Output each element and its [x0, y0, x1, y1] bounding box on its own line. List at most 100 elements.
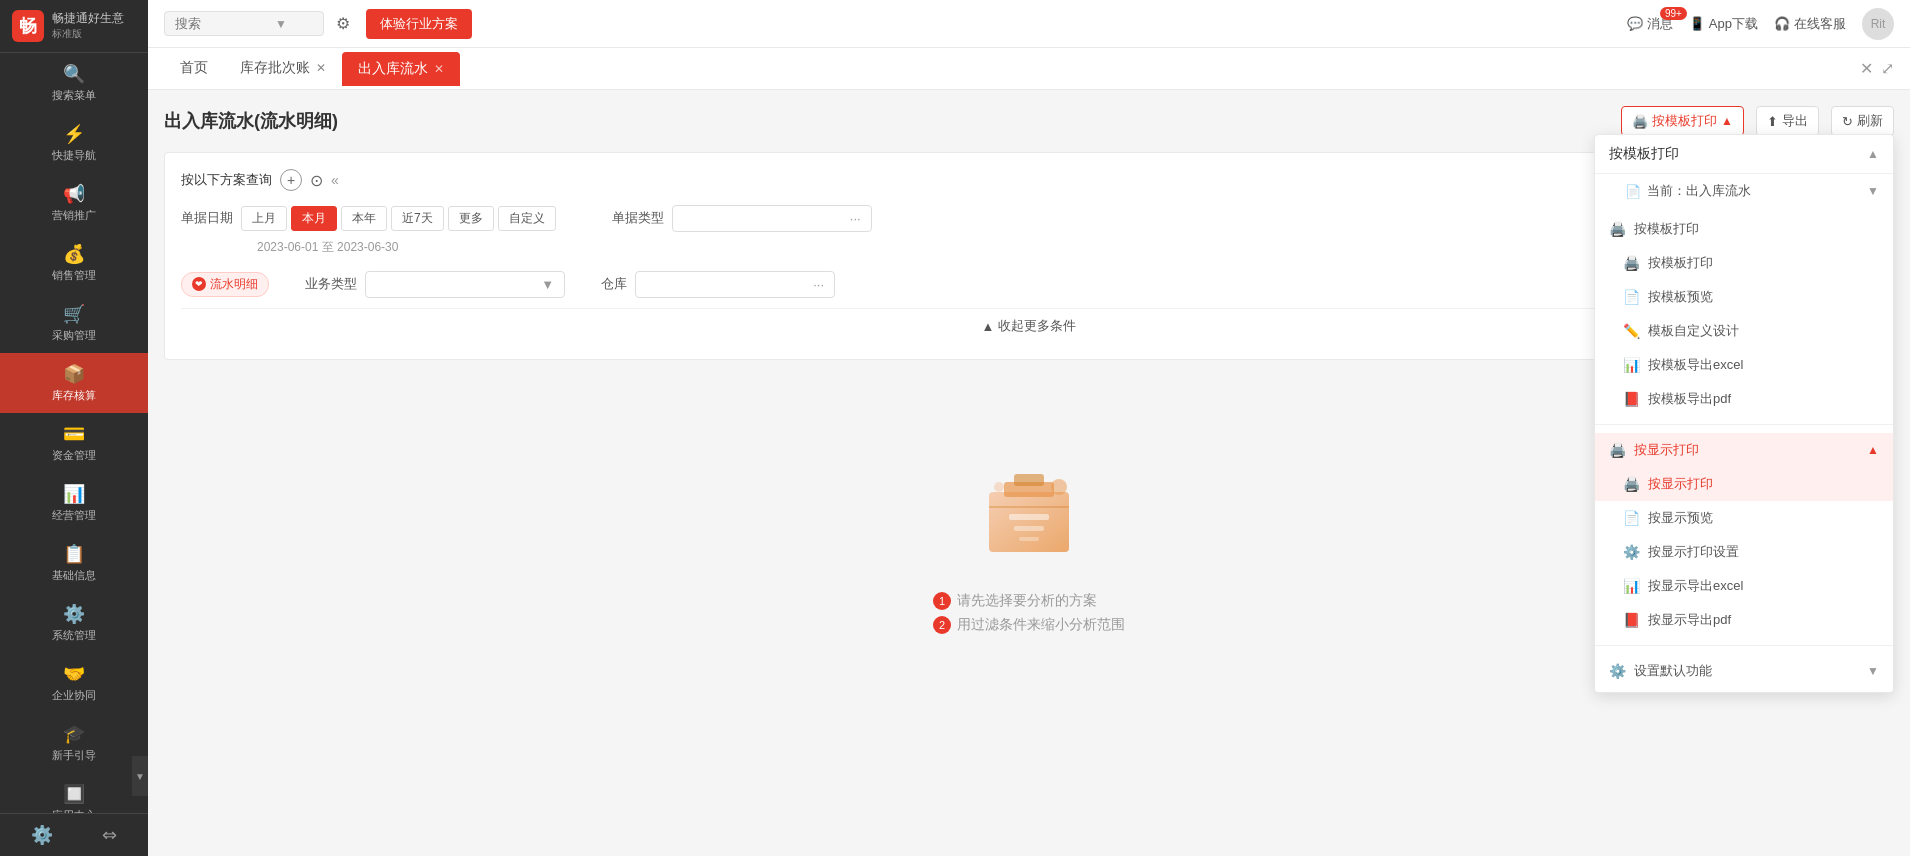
page-title: 出入库流水(流水明细): [164, 109, 338, 133]
message-badge: 99+: [1660, 7, 1687, 20]
search-add-btn[interactable]: +: [280, 169, 302, 191]
display-section-label: 按显示打印: [1634, 441, 1699, 459]
defaults-section-header[interactable]: ⚙️ 设置默认功能 ▼: [1595, 654, 1893, 688]
biz-type-selector[interactable]: ▼: [365, 271, 565, 298]
display-export-excel-item[interactable]: 📊 按显示导出excel: [1595, 569, 1893, 603]
display-section-chevron-icon: ▲: [1867, 443, 1879, 457]
display-excel-icon: 📊: [1623, 578, 1640, 594]
search-collapse-icon[interactable]: «: [331, 172, 339, 188]
date-filters: 上月 本月 本年 近7天 更多 自定义: [241, 206, 556, 231]
sidebar-item-inventory[interactable]: 📦 库存核算: [0, 353, 148, 413]
doc-type-field: 单据类型 ···: [612, 205, 872, 232]
sidebar-item-purchase[interactable]: 🛒 采购管理: [0, 293, 148, 353]
display-print-settings-item[interactable]: ⚙️ 按显示打印设置: [1595, 535, 1893, 569]
filter-tag-label: 流水明细: [210, 276, 258, 293]
trial-btn[interactable]: 体验行业方案: [366, 9, 472, 39]
date-btn-this-month[interactable]: 本月: [291, 206, 337, 231]
export-btn[interactable]: ⬆ 导出: [1756, 106, 1819, 136]
dropdown-current-chevron-icon: ▼: [1867, 184, 1879, 198]
user-avatar[interactable]: Rit: [1862, 8, 1894, 40]
template-preview-item[interactable]: 📄 按模板预览: [1595, 280, 1893, 314]
tab-flow[interactable]: 出入库流水 ✕: [342, 52, 460, 86]
biz-type-field: 业务类型 ▼: [305, 271, 565, 298]
display-section-header[interactable]: 🖨️ 按显示打印 ▲: [1595, 433, 1893, 467]
display-print-item[interactable]: 🖨️ 按显示打印: [1595, 467, 1893, 501]
warehouse-selector[interactable]: ···: [635, 271, 835, 298]
template-print-item[interactable]: 🖨️ 按模板打印: [1595, 246, 1893, 280]
filter-tag[interactable]: ❤ 流水明细: [181, 272, 269, 297]
refresh-icon: ↻: [1842, 114, 1853, 129]
tab-home[interactable]: 首页: [164, 51, 224, 87]
date-btn-this-year[interactable]: 本年: [341, 206, 387, 231]
tab-flow-close-icon[interactable]: ✕: [434, 62, 444, 76]
sidebar-item-finance[interactable]: 💳 资金管理: [0, 413, 148, 473]
collapse-icon: ▲: [982, 319, 995, 334]
topbar-left: ▼ ⚙ 体验行业方案: [164, 9, 1627, 39]
display-export-pdf-item[interactable]: 📕 按显示导出pdf: [1595, 603, 1893, 637]
search-chevron-icon[interactable]: ▼: [275, 17, 287, 31]
refresh-btn[interactable]: ↻ 刷新: [1831, 106, 1894, 136]
step-2-num: 2: [933, 616, 951, 634]
sidebar-item-sales[interactable]: 💰 销售管理: [0, 233, 148, 293]
search-filter-icon[interactable]: ⊙: [310, 171, 323, 190]
settings-bottom-icon[interactable]: ⚙️: [31, 824, 53, 846]
date-btn-last-month[interactable]: 上月: [241, 206, 287, 231]
template-section-label: 按模板打印: [1634, 220, 1699, 238]
tab-batch[interactable]: 库存批次账 ✕: [224, 51, 342, 87]
display-print-icon: 🖨️: [1623, 476, 1640, 492]
collapse-toggle-icon[interactable]: ⇔: [102, 824, 117, 846]
svg-rect-0: [989, 492, 1069, 552]
display-preview-item[interactable]: 📄 按显示预览: [1595, 501, 1893, 535]
topbar-search-box[interactable]: ▼: [164, 11, 324, 36]
tab-batch-close-icon[interactable]: ✕: [316, 61, 326, 75]
window-close-icon[interactable]: ✕: [1860, 59, 1873, 78]
sidebar-item-operations[interactable]: 📊 经营管理: [0, 473, 148, 533]
sidebar-item-quick-nav[interactable]: ⚡ 快捷导航: [0, 113, 148, 173]
window-maximize-icon[interactable]: ⤢: [1881, 59, 1894, 78]
template-section-header[interactable]: 🖨️ 按模板打印: [1595, 212, 1893, 246]
topbar-gear-icon[interactable]: ⚙: [336, 14, 350, 33]
dropdown-section-defaults: ⚙️ 设置默认功能 ▼: [1595, 650, 1893, 692]
date-btn-last7[interactable]: 近7天: [391, 206, 444, 231]
tab-batch-label: 库存批次账: [240, 59, 310, 77]
sidebar-item-search[interactable]: 🔍 搜索菜单: [0, 53, 148, 113]
sales-icon: 💰: [63, 243, 85, 265]
page-header: 出入库流水(流水明细) 🖨️ 按模板打印 ▲ ⬆ 导出 ↻ 刷新: [164, 106, 1894, 136]
sidebar-item-guide[interactable]: 🎓 新手引导: [0, 713, 148, 773]
print-chevron-icon: ▲: [1721, 114, 1733, 128]
dropdown-chevron-up-icon[interactable]: ▲: [1867, 147, 1879, 161]
svg-point-7: [1051, 479, 1067, 495]
doc-type-selector[interactable]: ···: [672, 205, 872, 232]
system-icon: ⚙️: [63, 603, 85, 625]
messages-btn[interactable]: 💬 消息 99+: [1627, 15, 1673, 33]
step-1-num: 1: [933, 592, 951, 610]
topbar-right: 💬 消息 99+ 📱 App下载 🎧 在线客服 Rit: [1627, 8, 1894, 40]
dropdown-panel: 按模板打印 ▲ 📄 当前：出入库流水 ▼ 🖨️ 按模板打印 🖨️ 按模板打印: [1594, 134, 1894, 693]
template-export-excel-item[interactable]: 📊 按模板导出excel: [1595, 348, 1893, 382]
date-btn-custom[interactable]: 自定义: [498, 206, 556, 231]
date-btn-more[interactable]: 更多: [448, 206, 494, 231]
dropdown-current-icon: 📄: [1625, 184, 1641, 199]
sidebar-item-corp[interactable]: 🤝 企业协同: [0, 653, 148, 713]
template-pdf-icon: 📕: [1623, 391, 1640, 407]
template-custom-item[interactable]: ✏️ 模板自定义设计: [1595, 314, 1893, 348]
main-area: ▼ ⚙ 体验行业方案 💬 消息 99+ 📱 App下载 🎧 在线客服 Rit: [148, 0, 1910, 856]
sidebar-logo: 畅 畅捷通好生意 标准版: [0, 0, 148, 53]
sidebar-item-basics[interactable]: 📋 基础信息: [0, 533, 148, 593]
search-input[interactable]: [175, 16, 275, 31]
sidebar-scroll-down[interactable]: ▼: [132, 756, 148, 796]
date-label: 单据日期: [181, 209, 233, 227]
dropdown-section-template: 🖨️ 按模板打印 🖨️ 按模板打印 📄 按模板预览 ✏️ 模板自定义设计 📊: [1595, 208, 1893, 420]
sidebar-item-app-center[interactable]: 🔲 应用中心: [0, 773, 148, 813]
app-download-btn[interactable]: 📱 App下载: [1689, 15, 1758, 33]
online-service-btn[interactable]: 🎧 在线客服: [1774, 15, 1846, 33]
display-preview-icon: 📄: [1623, 510, 1640, 526]
sidebar-item-marketing[interactable]: 📢 营销推广: [0, 173, 148, 233]
empty-step-2: 2 用过滤条件来缩小分析范围: [933, 616, 1125, 634]
template-preview-icon: 📄: [1623, 289, 1640, 305]
dropdown-current[interactable]: 📄 当前：出入库流水 ▼: [1595, 174, 1893, 208]
template-export-pdf-item[interactable]: 📕 按模板导出pdf: [1595, 382, 1893, 416]
print-template-btn[interactable]: 🖨️ 按模板打印 ▲: [1621, 106, 1744, 136]
sidebar-item-system[interactable]: ⚙️ 系统管理: [0, 593, 148, 653]
empty-step-1: 1 请先选择要分析的方案: [933, 592, 1125, 610]
